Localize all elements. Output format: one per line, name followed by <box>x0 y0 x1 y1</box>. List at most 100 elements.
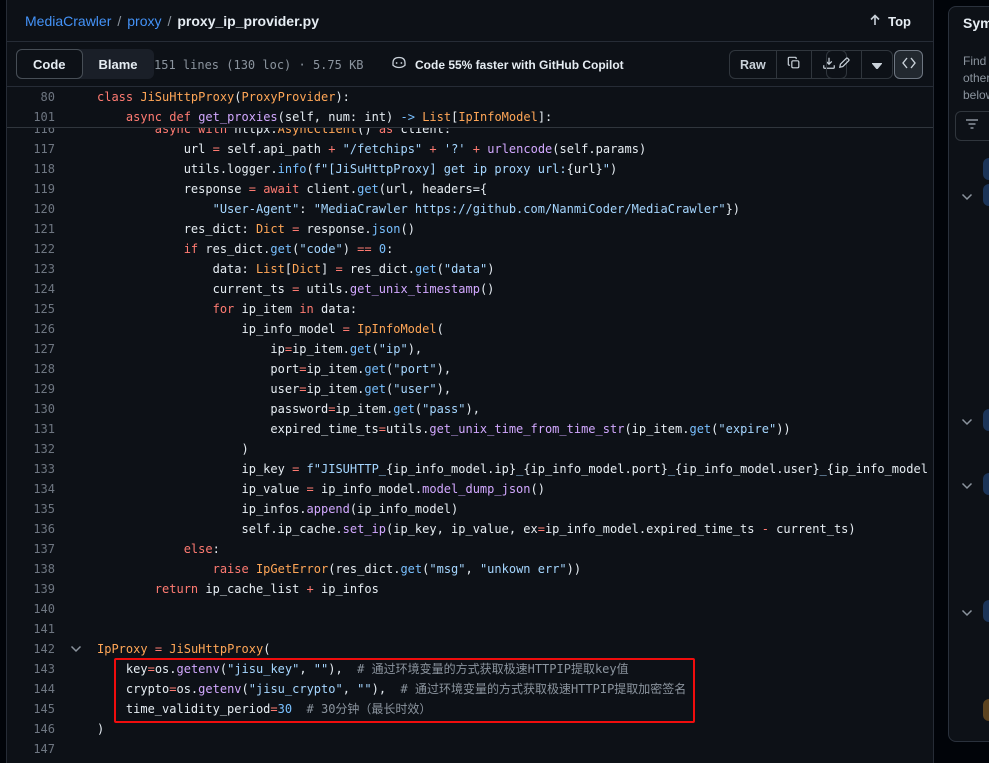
code-text: current_ts = utils.get_unix_timestamp() <box>97 279 494 299</box>
line-number[interactable]: 101 <box>7 107 55 127</box>
code-line: 124 current_ts = utils.get_unix_timestam… <box>7 279 933 299</box>
symbol-kind-badge[interactable] <box>983 600 989 622</box>
gutter <box>55 419 97 439</box>
gutter <box>55 619 97 639</box>
gutter <box>55 219 97 239</box>
gutter <box>55 139 97 159</box>
breadcrumb: MediaCrawler / proxy / proxy_ip_provider… <box>25 0 319 42</box>
code-line: 147 <box>7 739 933 759</box>
line-number[interactable]: 133 <box>7 459 55 479</box>
gutter <box>55 579 97 599</box>
code-line: 136 self.ip_cache.set_ip(ip_key, ip_valu… <box>7 519 933 539</box>
line-number[interactable]: 119 <box>7 179 55 199</box>
line-number[interactable]: 118 <box>7 159 55 179</box>
code-line: 101 async def get_proxies(self, num: int… <box>7 107 933 127</box>
copy-icon <box>787 56 801 73</box>
line-number[interactable]: 116 <box>7 128 55 139</box>
code-line: 140 <box>7 599 933 619</box>
line-number[interactable]: 127 <box>7 339 55 359</box>
line-number[interactable]: 143 <box>7 659 55 679</box>
gutter <box>55 359 97 379</box>
gutter <box>55 159 97 179</box>
line-number[interactable]: 142 <box>7 639 55 659</box>
code-text: ) <box>97 719 104 739</box>
line-number[interactable]: 134 <box>7 479 55 499</box>
arrow-up-icon <box>868 13 882 30</box>
symbol-kind-badge[interactable] <box>983 409 989 431</box>
gutter <box>55 339 97 359</box>
caret-down-icon <box>872 58 882 72</box>
tab-code[interactable]: Code <box>16 49 83 79</box>
line-number[interactable]: 124 <box>7 279 55 299</box>
breadcrumb-folder-link[interactable]: proxy <box>127 13 161 29</box>
line-number[interactable]: 137 <box>7 539 55 559</box>
code-text: async def get_proxies(self, num: int) ->… <box>97 107 552 127</box>
line-number[interactable]: 128 <box>7 359 55 379</box>
line-number[interactable]: 129 <box>7 379 55 399</box>
symbols-filter-input[interactable] <box>955 111 989 141</box>
code-text: ip_key = f"JISUHTTP_{ip_info_model.ip}_{… <box>97 459 928 479</box>
back-to-top-button[interactable]: Top <box>868 0 911 42</box>
line-number[interactable]: 140 <box>7 599 55 619</box>
line-number[interactable]: 132 <box>7 439 55 459</box>
edit-file-button[interactable] <box>827 51 861 78</box>
line-number[interactable]: 131 <box>7 419 55 439</box>
chevron-down-icon[interactable] <box>961 413 975 427</box>
chevron-down-icon[interactable] <box>961 477 975 491</box>
code-text: class JiSuHttpProxy(ProxyProvider): <box>97 87 350 107</box>
chevron-down-icon[interactable] <box>961 604 975 618</box>
line-number[interactable]: 125 <box>7 299 55 319</box>
gutter <box>55 439 97 459</box>
line-number[interactable]: 145 <box>7 699 55 719</box>
copilot-banner[interactable]: Code 55% faster with GitHub Copilot <box>391 42 624 87</box>
gutter <box>55 128 97 139</box>
symbol-kind-badge[interactable] <box>983 158 989 180</box>
code-line: 118 utils.logger.info(f"[JiSuHttpProxy] … <box>7 159 933 179</box>
gutter <box>55 279 97 299</box>
code-blame-switcher: Code Blame <box>16 49 154 79</box>
copy-raw-button[interactable] <box>776 51 811 78</box>
line-number[interactable]: 80 <box>7 87 55 107</box>
code-line: 123 data: List[Dict] = res_dict.get("dat… <box>7 259 933 279</box>
line-number[interactable]: 135 <box>7 499 55 519</box>
code-text: port=ip_item.get("port"), <box>97 359 451 379</box>
line-number[interactable]: 141 <box>7 619 55 639</box>
code-line: 142IpProxy = JiSuHttpProxy( <box>7 639 933 659</box>
code-line: 141 <box>7 619 933 639</box>
filter-icon <box>965 117 979 135</box>
symbols-panel-title: Sym <box>963 15 989 31</box>
line-number[interactable]: 122 <box>7 239 55 259</box>
code-text: return ip_cache_list + ip_infos <box>97 579 379 599</box>
tab-blame[interactable]: Blame <box>83 49 154 79</box>
description-line: Find <box>963 53 989 70</box>
code-text: if res_dict.get("code") == 0: <box>97 239 393 259</box>
raw-button[interactable]: Raw <box>730 51 776 78</box>
code-line: 116 async with httpx.AsyncClient() as cl… <box>7 128 933 139</box>
code-text: time_validity_period=30 # 30分钟（最长时效） <box>97 699 431 719</box>
code-line: 119 response = await client.get(url, hea… <box>7 179 933 199</box>
code-line: 132 ) <box>7 439 933 459</box>
symbol-kind-badge[interactable] <box>983 699 989 721</box>
line-number[interactable]: 147 <box>7 739 55 759</box>
line-number[interactable]: 120 <box>7 199 55 219</box>
line-number[interactable]: 144 <box>7 679 55 699</box>
code-line: 121 res_dict: Dict = response.json() <box>7 219 933 239</box>
code-line: 128 port=ip_item.get("port"), <box>7 359 933 379</box>
symbols-panel-toggle-button[interactable] <box>894 50 923 79</box>
line-number[interactable]: 126 <box>7 319 55 339</box>
line-number[interactable]: 138 <box>7 559 55 579</box>
line-number[interactable]: 146 <box>7 719 55 739</box>
chevron-down-icon[interactable] <box>961 188 975 202</box>
line-number[interactable]: 136 <box>7 519 55 539</box>
collapse-chevron-icon[interactable] <box>55 639 97 659</box>
breadcrumb-repo-link[interactable]: MediaCrawler <box>25 13 111 29</box>
line-number[interactable]: 123 <box>7 259 55 279</box>
line-number[interactable]: 121 <box>7 219 55 239</box>
symbol-kind-badge[interactable] <box>983 473 989 495</box>
line-number[interactable]: 139 <box>7 579 55 599</box>
breadcrumb-separator: / <box>167 13 171 29</box>
line-number[interactable]: 130 <box>7 399 55 419</box>
symbol-kind-badge[interactable] <box>983 184 989 206</box>
edit-options-button[interactable] <box>861 51 892 78</box>
line-number[interactable]: 117 <box>7 139 55 159</box>
